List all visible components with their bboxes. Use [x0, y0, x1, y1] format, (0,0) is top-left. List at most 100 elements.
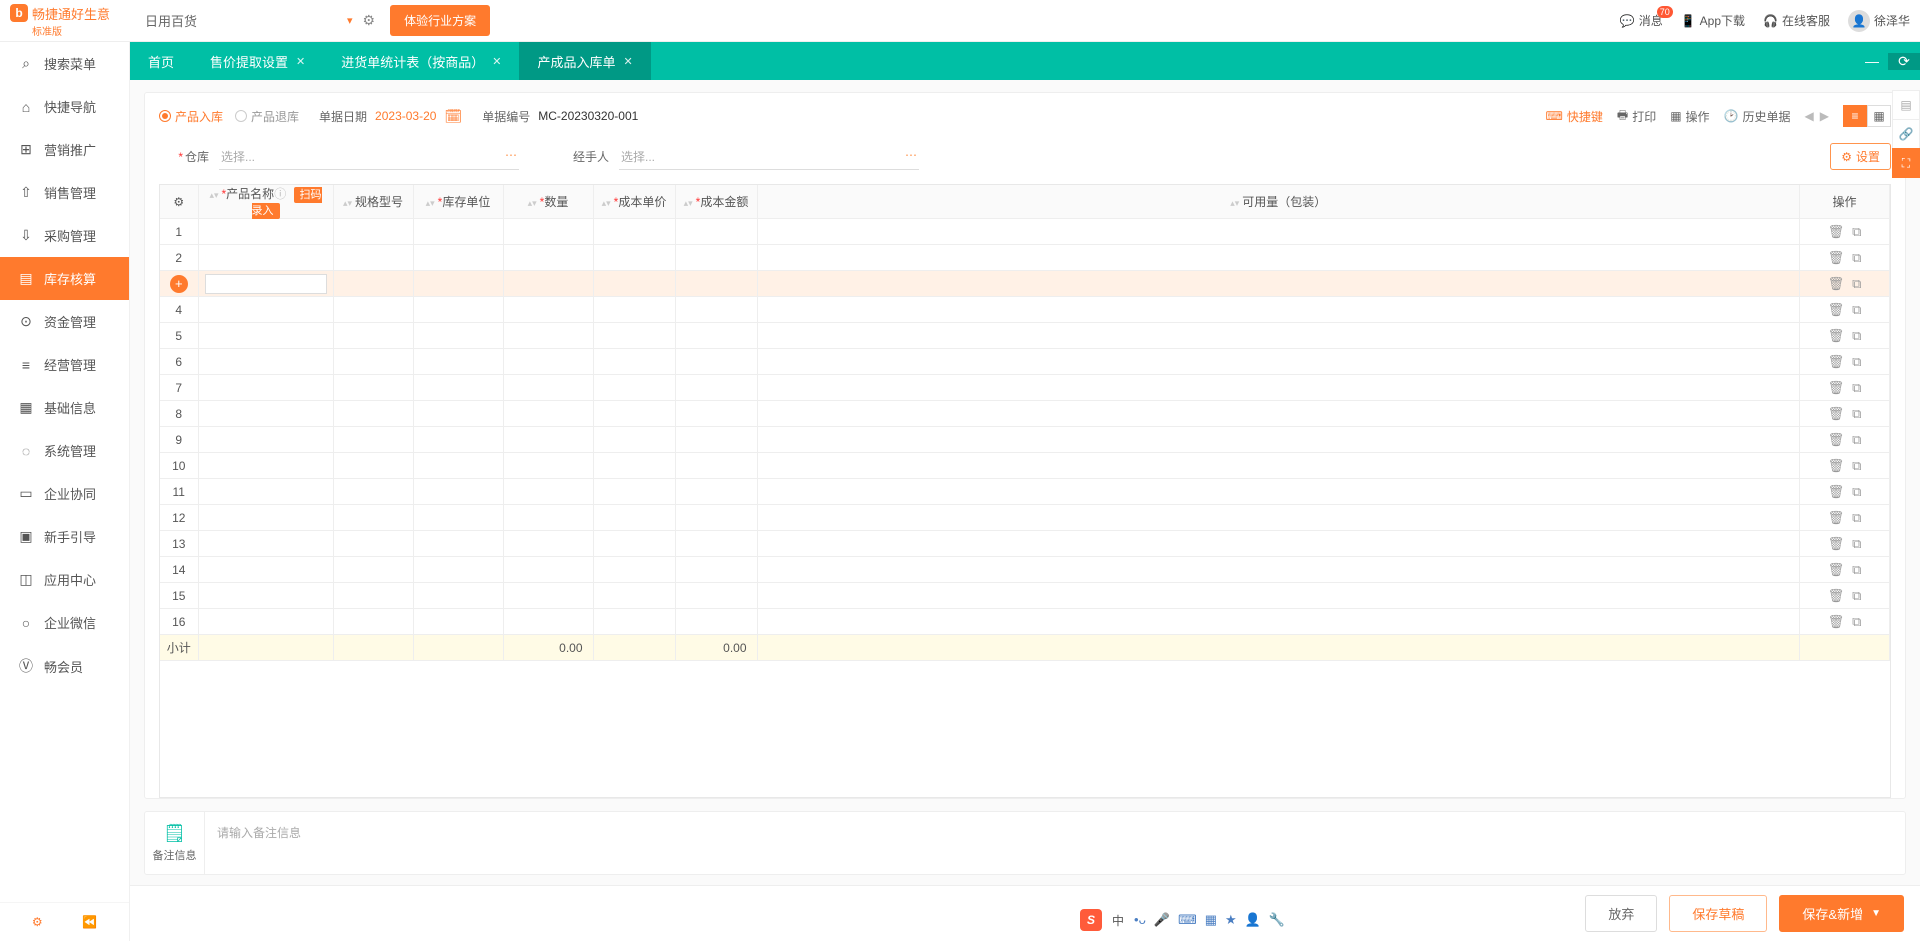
sidebar-item[interactable]: ⇩采购管理 — [0, 214, 129, 257]
table-row[interactable]: 10🗑⧉ — [160, 453, 1890, 479]
tabs-close-all[interactable]: — — [1856, 53, 1888, 69]
ops-button[interactable]: ▦ 操作 — [1670, 108, 1709, 125]
save-draft-button[interactable]: 保存草稿 — [1669, 895, 1767, 932]
table-row[interactable]: 5🗑⧉ — [160, 323, 1890, 349]
more-icon[interactable]: ⋯ — [905, 148, 917, 165]
settings-button[interactable]: ⚙ 设置 — [1830, 143, 1891, 170]
close-icon[interactable]: ✕ — [624, 55, 633, 68]
sidebar-item[interactable]: ▣新手引导 — [0, 515, 129, 558]
sidebar-item[interactable]: ⌕搜索菜单 — [0, 42, 129, 85]
rail-expand-icon[interactable]: ⛶ — [1892, 148, 1920, 178]
delete-icon[interactable]: 🗑 — [1828, 614, 1845, 629]
table-row[interactable]: 13🗑⧉ — [160, 531, 1890, 557]
delete-icon[interactable]: 🗑 — [1828, 588, 1845, 603]
delete-icon[interactable]: 🗑 — [1828, 484, 1845, 499]
trial-button[interactable]: 体验行业方案 — [390, 5, 490, 36]
download-button[interactable]: 📱 App下载 — [1681, 12, 1745, 29]
ime-bar[interactable]: S 中 •ᴗ 🎤 ⌨ ▦ ★ 👤 🔧 — [1080, 909, 1285, 931]
hotkey-button[interactable]: ⌨ 快捷键 — [1546, 108, 1603, 125]
table-row[interactable]: 6🗑⧉ — [160, 349, 1890, 375]
copy-icon[interactable]: ⧉ — [1852, 276, 1861, 291]
sidebar-item[interactable]: ▦基础信息 — [0, 386, 129, 429]
messages-button[interactable]: 💬 消息 70 — [1620, 12, 1663, 29]
table-row[interactable]: 16🗑⧉ — [160, 609, 1890, 635]
sidebar-item[interactable]: ▤库存核算 — [0, 257, 129, 300]
sidebar-item[interactable]: ⊙资金管理 — [0, 300, 129, 343]
copy-icon[interactable]: ⧉ — [1852, 614, 1861, 629]
sidebar-item[interactable]: ○企业微信 — [0, 601, 129, 644]
copy-icon[interactable]: ⧉ — [1852, 484, 1861, 499]
table-row[interactable]: 1🗑⧉ — [160, 219, 1890, 245]
tab[interactable]: 首页 — [130, 42, 192, 80]
view-list-icon[interactable]: ≡ — [1843, 105, 1867, 127]
print-button[interactable]: 🖶 打印 — [1617, 106, 1656, 127]
delete-icon[interactable]: 🗑 — [1828, 328, 1845, 343]
history-button[interactable]: 🕑 历史单据 — [1724, 108, 1791, 125]
ime-lang[interactable]: 中 — [1112, 912, 1124, 929]
sidebar-item[interactable]: ⊞营销推广 — [0, 128, 129, 171]
delete-icon[interactable]: 🗑 — [1828, 224, 1845, 239]
settings-gear-icon[interactable]: ⚙ — [32, 915, 43, 929]
ime-tool-icon[interactable]: 🔧 — [1269, 912, 1285, 928]
copy-icon[interactable]: ⧉ — [1852, 562, 1861, 577]
copy-icon[interactable]: ⧉ — [1852, 536, 1861, 551]
table-row[interactable]: 2🗑⧉ — [160, 245, 1890, 271]
bill-date-field[interactable]: 单据日期 2023-03-20 🗓 — [319, 108, 462, 125]
tab[interactable]: 进货单统计表（按商品）✕ — [323, 42, 519, 80]
ime-emoticon-icon[interactable]: •ᴗ — [1134, 912, 1146, 928]
table-row[interactable]: 11🗑⧉ — [160, 479, 1890, 505]
support-button[interactable]: 🎧 在线客服 — [1763, 12, 1830, 29]
table-settings-icon[interactable]: ⚙ — [160, 185, 198, 219]
delete-icon[interactable]: 🗑 — [1828, 302, 1845, 317]
delete-icon[interactable]: 🗑 — [1828, 458, 1845, 473]
delete-icon[interactable]: 🗑 — [1828, 276, 1845, 291]
table-row[interactable]: 9🗑⧉ — [160, 427, 1890, 453]
ime-user-icon[interactable]: 👤 — [1245, 912, 1261, 928]
gear-icon[interactable]: ⚙ — [363, 12, 376, 29]
table-row[interactable]: 14🗑⧉ — [160, 557, 1890, 583]
ime-star-icon[interactable]: ★ — [1225, 912, 1237, 928]
warehouse-field[interactable]: *仓库 选择...⋯ — [159, 144, 519, 170]
close-icon[interactable]: ✕ — [492, 55, 501, 68]
sidebar-item[interactable]: ◫应用中心 — [0, 558, 129, 601]
tabs-refresh[interactable]: ⟳ — [1888, 53, 1920, 70]
table-row[interactable]: 12🗑⧉ — [160, 505, 1890, 531]
tab[interactable]: 售价提取设置✕ — [192, 42, 323, 80]
copy-icon[interactable]: ⧉ — [1852, 224, 1861, 239]
copy-icon[interactable]: ⧉ — [1852, 588, 1861, 603]
tab[interactable]: 产成品入库单✕ — [519, 42, 650, 80]
collapse-icon[interactable]: ⏪ — [82, 915, 97, 929]
copy-icon[interactable]: ⧉ — [1852, 510, 1861, 525]
table-row[interactable]: 15🗑⧉ — [160, 583, 1890, 609]
sidebar-item[interactable]: ≡经营管理 — [0, 343, 129, 386]
radio-product-in[interactable]: 产品入库 — [159, 108, 223, 125]
copy-icon[interactable]: ⧉ — [1852, 406, 1861, 421]
sidebar-item[interactable]: Ⓥ畅会员 — [0, 644, 129, 688]
product-name-input[interactable] — [205, 274, 327, 294]
table-row[interactable]: 8🗑⧉ — [160, 401, 1890, 427]
copy-icon[interactable]: ⧉ — [1852, 302, 1861, 317]
table-row[interactable]: 4🗑⧉ — [160, 297, 1890, 323]
help-icon[interactable]: ⓘ — [274, 187, 286, 201]
radio-product-out[interactable]: 产品退库 — [235, 108, 299, 125]
biz-type-select[interactable]: 日用百货 ▾ ⚙ — [145, 11, 375, 30]
ime-mic-icon[interactable]: 🎤 — [1154, 912, 1170, 928]
copy-icon[interactable]: ⧉ — [1852, 354, 1861, 369]
delete-icon[interactable]: 🗑 — [1828, 406, 1845, 421]
copy-icon[interactable]: ⧉ — [1852, 432, 1861, 447]
sidebar-item[interactable]: ⇧销售管理 — [0, 171, 129, 214]
next-icon[interactable]: ▶ — [1820, 109, 1829, 123]
rail-doc-icon[interactable]: ▤ — [1892, 90, 1920, 120]
delete-icon[interactable]: 🗑 — [1828, 432, 1845, 447]
rail-link-icon[interactable]: 🔗 — [1892, 119, 1920, 149]
table-row[interactable]: +🗑⧉ — [160, 271, 1890, 297]
copy-icon[interactable]: ⧉ — [1852, 380, 1861, 395]
save-and-new-button[interactable]: 保存&新增▼ — [1779, 895, 1904, 932]
copy-icon[interactable]: ⧉ — [1852, 250, 1861, 265]
sidebar-item[interactable]: ▭企业协同 — [0, 472, 129, 515]
delete-icon[interactable]: 🗑 — [1828, 536, 1845, 551]
copy-icon[interactable]: ⧉ — [1852, 328, 1861, 343]
user-menu[interactable]: 👤 徐泽华 — [1848, 10, 1910, 32]
delete-icon[interactable]: 🗑 — [1828, 250, 1845, 265]
sidebar-item[interactable]: ⌂快捷导航 — [0, 85, 129, 128]
